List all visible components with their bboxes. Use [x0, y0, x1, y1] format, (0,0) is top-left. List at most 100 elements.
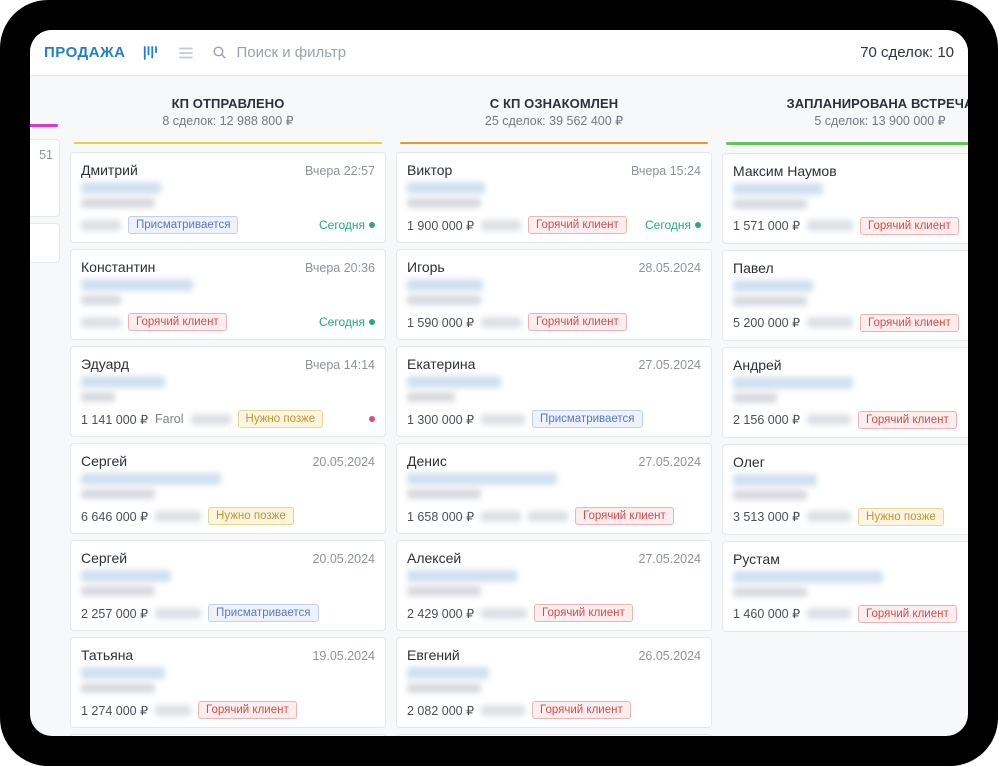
deal-card[interactable]: Евгений 26.05.2024 2 082 000 ₽ Горячий к… — [396, 637, 712, 728]
column-title: ЗАПЛАНИРОВАНА ВСТРЕЧА — [728, 96, 968, 111]
column-subtitle: 25 сделок: 39 562 400 ₽ — [402, 113, 706, 128]
activity-indicator: Сегодня — [319, 218, 375, 232]
blurred-company — [733, 199, 807, 209]
deal-card[interactable]: Максим Наумов 22.05.202 1 571 000 ₽ Горя… — [722, 153, 968, 244]
card-price: 2 257 000 ₽ — [81, 606, 148, 621]
deal-card[interactable]: Татьяна 19.05.2024 1 274 000 ₽ Горячий к… — [70, 637, 386, 728]
deal-card[interactable]: Эдуард Вчера 14:14 1 141 000 ₽ Farol Нуж… — [70, 346, 386, 437]
deal-card[interactable]: Екатерина 27.05.2024 1 300 000 ₽ Присмат… — [396, 346, 712, 437]
kanban-column: ЗАПЛАНИРОВАНА ВСТРЕЧА 5 сделок: 13 900 0… — [722, 82, 968, 736]
deal-card[interactable] — [30, 223, 60, 263]
deal-card[interactable]: 51 — [30, 139, 60, 217]
blurred-company — [407, 295, 481, 305]
blurred-company — [407, 586, 481, 596]
kanban-board: 51 КП ОТПРАВЛЕНО 8 сделок: 12 988 800 ₽ … — [30, 76, 968, 736]
blurred-company — [733, 490, 807, 500]
blurred-deal-name — [81, 667, 165, 679]
col-underline — [74, 142, 382, 144]
status-tag: Горячий клиент — [128, 313, 227, 331]
card-price: 2 429 000 ₽ — [407, 606, 474, 621]
card-price: 1 900 000 ₽ — [407, 218, 474, 233]
blurred-resp — [807, 511, 851, 522]
status-tag: Горячий клиент — [860, 314, 959, 332]
card-contact-name: Евгений — [407, 647, 460, 663]
card-price: 1 590 000 ₽ — [407, 315, 474, 330]
deal-card[interactable]: Рустам 02.04.202 1 460 000 ₽ Горячий кли… — [722, 541, 968, 632]
blurred-resp — [155, 705, 191, 716]
card-price: 1 141 000 ₽ — [81, 412, 148, 427]
deal-card[interactable]: Павел 20.05.202 5 200 000 ₽ Горячий клие… — [722, 250, 968, 341]
search-input[interactable] — [236, 44, 516, 61]
kanban-column: КП ОТПРАВЛЕНО 8 сделок: 12 988 800 ₽ Дми… — [70, 82, 386, 736]
deal-card[interactable]: Николай 10.05.2024 1 744_Абвиль — [70, 734, 386, 736]
card-contact-name: Сергей — [81, 550, 127, 566]
blurred-resp — [528, 511, 568, 522]
deal-card[interactable]: Виктор Вчера 15:24 1 900 000 ₽ Горячий к… — [396, 152, 712, 243]
column-header: КП ОТПРАВЛЕНО 8 сделок: 12 988 800 ₽ — [70, 82, 386, 138]
deal-card[interactable]: Олег 02.05.202 3 513 000 ₽ Нужно позже — [722, 444, 968, 535]
blurred-company — [81, 392, 115, 402]
card-contact-name: Алексей — [407, 550, 461, 566]
topbar: ПРОДАЖА 70 сделок: 10 — [30, 30, 968, 76]
card-list: Виктор Вчера 15:24 1 900 000 ₽ Горячий к… — [396, 152, 712, 736]
card-contact-name: Эдуард — [81, 356, 129, 372]
blurred-resp — [481, 220, 521, 231]
kanban-column: С КП ОЗНАКОМЛЕН 25 сделок: 39 562 400 ₽ … — [396, 82, 712, 736]
blurred-deal-name — [733, 280, 813, 292]
blurred-deal-name — [407, 279, 483, 291]
deal-card[interactable]: Игорь 28.05.2024 1 590 000 ₽ Горячий кли… — [396, 249, 712, 340]
status-tag: Присматривается — [532, 410, 642, 428]
blurred-resp — [807, 220, 853, 231]
blurred-deal-name — [733, 571, 883, 583]
card-price: 6 646 000 ₽ — [81, 509, 148, 524]
column-header: С КП ОЗНАКОМЛЕН 25 сделок: 39 562 400 ₽ — [396, 82, 712, 138]
status-tag: Присматривается — [208, 604, 318, 622]
status-tag: Горячий клиент — [858, 411, 957, 429]
blurred-company — [407, 198, 481, 208]
kanban-view-icon[interactable] — [139, 42, 161, 64]
blurred-resp — [807, 317, 853, 328]
blurred-company — [81, 586, 155, 596]
card-date: 20.05.2024 — [312, 455, 375, 469]
deal-card[interactable]: Владимир 26.05.2024 1 739 — [396, 734, 712, 736]
blurred-deal-name — [733, 183, 823, 195]
blurred-deal-name — [81, 570, 171, 582]
status-tag: Нужно позже — [238, 410, 324, 428]
search-icon[interactable] — [211, 44, 228, 61]
deal-card[interactable]: Константин Вчера 20:36 Горячий клиент Се… — [70, 249, 386, 340]
card-contact-name: Константин — [81, 259, 155, 275]
status-tag: Горячий клиент — [860, 217, 959, 235]
card-contact-name: Сергей — [81, 453, 127, 469]
blurred-deal-name — [81, 279, 193, 291]
card-date: 51 — [39, 148, 53, 162]
blurred-deal-name — [81, 376, 165, 388]
deal-card[interactable]: Денис 27.05.2024 1 658 000 ₽ Горячий кли… — [396, 443, 712, 534]
deal-card[interactable]: Дмитрий Вчера 22:57 Присматривается Сего… — [70, 152, 386, 243]
blurred-company — [81, 683, 155, 693]
card-date: 27.05.2024 — [638, 455, 701, 469]
card-price: 1 658 000 ₽ — [407, 509, 474, 524]
pipeline-title[interactable]: ПРОДАЖА — [44, 44, 125, 61]
deal-card[interactable]: Сергей 20.05.2024 2 257 000 ₽ Присматрив… — [70, 540, 386, 631]
deal-card[interactable]: Андрей 05.05.202 2 156 000 ₽ Горячий кли… — [722, 347, 968, 438]
status-tag: Горячий клиент — [198, 701, 297, 719]
blurred-deal-name — [733, 377, 853, 389]
search-wrap — [211, 44, 846, 61]
card-date: Вчера 22:57 — [305, 164, 375, 178]
blurred-deal-name — [407, 473, 557, 485]
card-list: Максим Наумов 22.05.202 1 571 000 ₽ Горя… — [722, 153, 968, 632]
card-date: 27.05.2024 — [638, 358, 701, 372]
list-view-icon[interactable] — [175, 42, 197, 64]
card-contact-name: Дмитрий — [81, 162, 138, 178]
partial-left-column: 51 — [30, 82, 60, 736]
column-header: ЗАПЛАНИРОВАНА ВСТРЕЧА 5 сделок: 13 900 0… — [722, 82, 968, 138]
deal-card[interactable]: Алексей 27.05.2024 2 429 000 ₽ Горячий к… — [396, 540, 712, 631]
blurred-resp — [481, 705, 525, 716]
blurred-company — [81, 489, 155, 499]
status-tag: Горячий клиент — [534, 604, 633, 622]
blurred-company — [407, 489, 481, 499]
status-tag: Горячий клиент — [858, 605, 957, 623]
card-contact-name: Виктор — [407, 162, 452, 178]
deal-card[interactable]: Сергей 20.05.2024 6 646 000 ₽ Нужно позж… — [70, 443, 386, 534]
blurred-company — [733, 393, 777, 403]
